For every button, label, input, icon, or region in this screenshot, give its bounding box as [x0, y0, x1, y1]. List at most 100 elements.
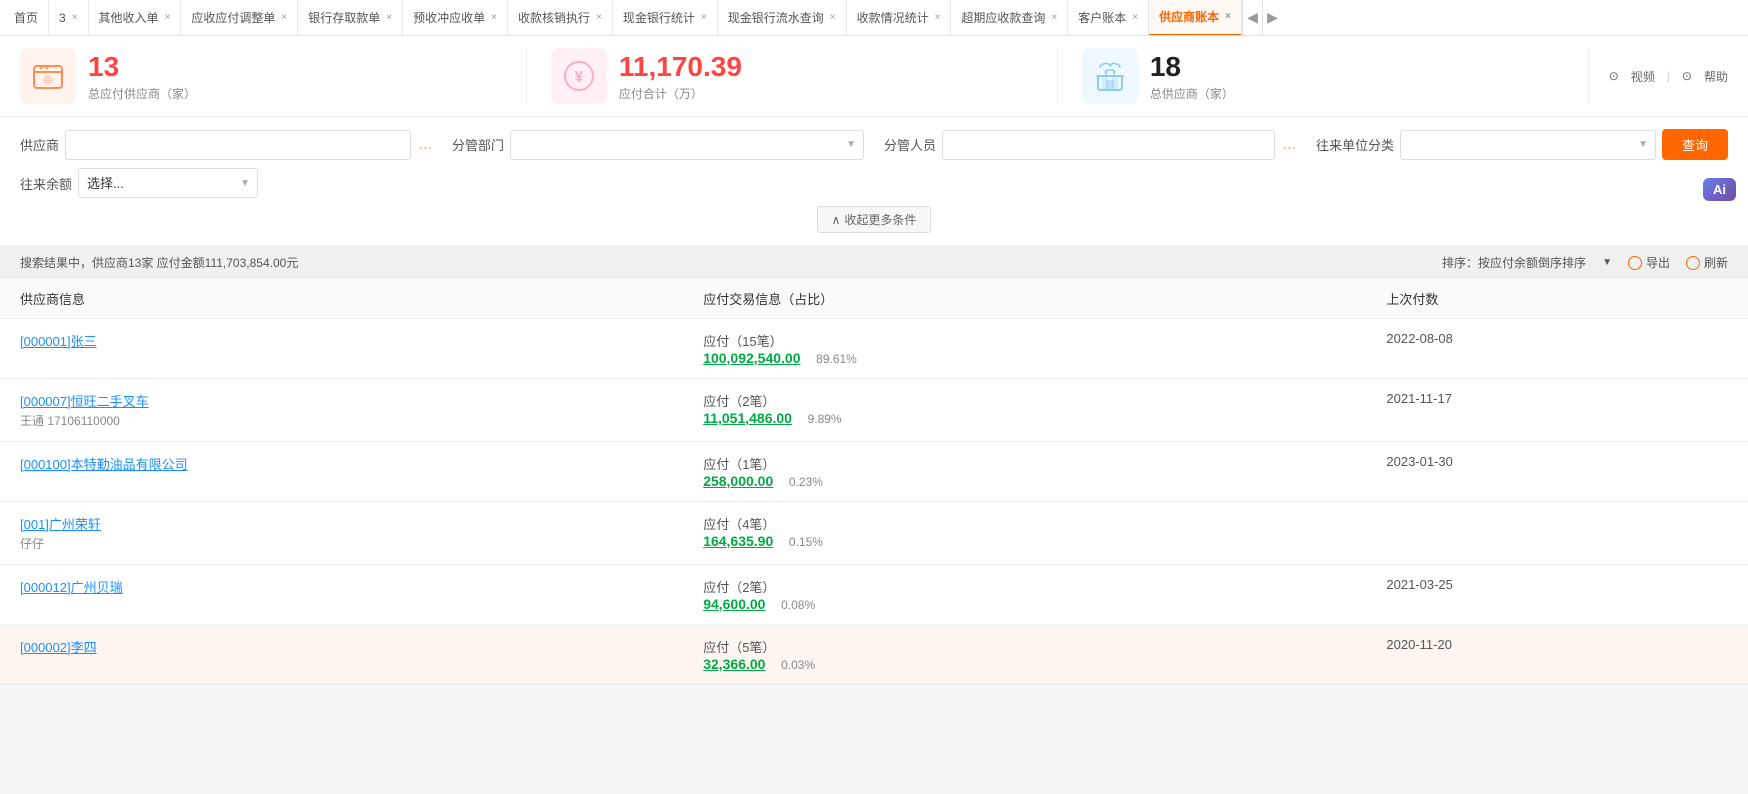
close-icon[interactable]: ×	[1132, 12, 1138, 23]
stat-block-total-suppliers: 18 总供应商（家）	[1058, 48, 1589, 104]
stat-num-total-suppliers: 18	[1150, 50, 1234, 84]
supplier-info-cell: [000007]恒旺二手叉车 王通 17106110000	[20, 391, 703, 429]
supplier-link[interactable]: [000007]恒旺二手叉车	[20, 391, 703, 410]
tx-amount[interactable]: 258,000.00	[703, 473, 773, 489]
nav-next-arrow[interactable]: ▶	[1262, 0, 1282, 36]
supplier-link[interactable]: [000100]本特勤油品有限公司	[20, 454, 703, 473]
close-icon[interactable]: ×	[72, 12, 78, 23]
supplier-table: 供应商信息 应付交易信息（占比） 上次付数 [000001]张三 应付（15笔）…	[0, 279, 1748, 685]
supplier-dots[interactable]: ...	[419, 136, 432, 154]
table-row: [000012]广州贝瑞 应付（2笔） 94,600.00 0.08% 2021…	[0, 565, 1748, 625]
collapse-button[interactable]: ∧ 收起更多条件	[817, 206, 932, 233]
close-icon[interactable]: ×	[1225, 11, 1231, 22]
refresh-button[interactable]: 刷新	[1686, 254, 1728, 271]
stat-text-payable-total: 11,170.39 应付合计（万）	[619, 50, 742, 103]
tx-amount[interactable]: 164,635.90	[703, 533, 773, 549]
tx-amount[interactable]: 11,051,486.00	[703, 410, 792, 426]
stat-text-payable-suppliers: 13 总应付供应商（家）	[88, 50, 196, 103]
tx-info-cell: 应付（1笔） 258,000.00 0.23%	[703, 454, 1386, 489]
sort-label[interactable]: 排序：按应付余额倒序排序	[1442, 254, 1586, 271]
supplier-label: 供应商	[20, 135, 59, 154]
stat-label-total-suppliers: 总供应商（家）	[1150, 85, 1234, 102]
supplier-link[interactable]: [000012]广州贝瑞	[20, 577, 703, 596]
close-icon[interactable]: ×	[830, 12, 836, 23]
last-pay-cell: 2023-01-30	[1386, 454, 1728, 469]
refresh-label: 刷新	[1704, 254, 1728, 271]
close-icon[interactable]: ×	[701, 12, 707, 23]
nav-tab-bank[interactable]: 银行存取款单 ×	[298, 0, 403, 36]
filter-row-1: 供应商 ... 分管部门 ▼ 分管人员 ... 往来单位分类	[20, 129, 1728, 160]
nav-tab-cash-stat[interactable]: 现金银行统计 ×	[613, 0, 718, 36]
video-link[interactable]: 视频	[1631, 68, 1655, 85]
nav-tab-overdue[interactable]: 超期应收款查询 ×	[951, 0, 1068, 36]
tx-info-cell: 应付（15笔） 100,092,540.00 89.61%	[703, 331, 1386, 366]
last-payment-date: 2020-11-20	[1386, 637, 1452, 652]
person-input[interactable]	[942, 130, 1275, 160]
nav-tab-home[interactable]: 首页	[4, 0, 49, 36]
tx-label: 应付（5笔）	[703, 637, 1386, 656]
stat-text-total-suppliers: 18 总供应商（家）	[1150, 50, 1234, 103]
last-payment-date: 2021-11-17	[1386, 391, 1452, 406]
results-actions: 排序：按应付余额倒序排序 ▼ 导出 刷新	[1442, 254, 1728, 271]
nav-tab-supplier-ledger[interactable]: 供应商账本 ×	[1149, 0, 1242, 36]
supplier-link[interactable]: [001]广州荣轩	[20, 514, 703, 533]
close-icon[interactable]: ×	[935, 12, 941, 23]
filter-supplier: 供应商 ...	[20, 130, 432, 160]
tx-info-cell: 应付（2笔） 94,600.00 0.08%	[703, 577, 1386, 612]
balance-select-wrap: 选择... ▼	[78, 168, 258, 198]
nav-tab-3[interactable]: 3 ×	[49, 0, 89, 36]
category-select[interactable]	[1400, 130, 1656, 160]
supplier-link[interactable]: [000001]张三	[20, 331, 703, 350]
last-payment-date: 2023-01-30	[1386, 454, 1453, 469]
balance-select[interactable]: 选择...	[78, 168, 258, 198]
table-row: [000007]恒旺二手叉车 王通 17106110000 应付（2笔） 11,…	[0, 379, 1748, 442]
ai-badge[interactable]: Ai	[1703, 178, 1736, 201]
filter-person: 分管人员 ...	[884, 130, 1296, 160]
close-icon[interactable]: ×	[386, 12, 392, 23]
video-icon: ⊙	[1609, 69, 1619, 83]
tx-pct: 9.89%	[808, 412, 842, 426]
nav-tab-receipt-stat[interactable]: 收款情况统计 ×	[847, 0, 952, 36]
export-button[interactable]: 导出	[1628, 254, 1670, 271]
filter-balance: 往来余额 选择... ▼	[20, 168, 874, 198]
stat-num-payable-suppliers: 13	[88, 50, 196, 84]
tx-amount[interactable]: 94,600.00	[703, 596, 765, 612]
tx-amount[interactable]: 100,092,540.00	[703, 350, 800, 366]
person-dots[interactable]: ...	[1283, 136, 1296, 154]
collapse-icon: ∧	[832, 213, 841, 227]
close-icon[interactable]: ×	[165, 12, 171, 23]
supplier-link[interactable]: [000002]李四	[20, 637, 703, 656]
close-icon[interactable]: ×	[491, 12, 497, 23]
supplier-info-cell: [000001]张三	[20, 331, 703, 350]
nav-tab-adjust[interactable]: 应收应付调整单 ×	[181, 0, 298, 36]
nav-tab-advance[interactable]: 预收冲应收单 ×	[403, 0, 508, 36]
stat-label-payable-suppliers: 总应付供应商（家）	[88, 85, 196, 102]
query-button[interactable]: 查询	[1662, 129, 1728, 160]
nav-tab-other-income[interactable]: 其他收入单 ×	[89, 0, 182, 36]
supplier-sub: 仔仔	[20, 535, 703, 552]
help-link[interactable]: 帮助	[1704, 68, 1728, 85]
results-summary: 搜索结果中，供应商13家 应付金额111,703,854.00元	[20, 254, 298, 271]
last-pay-cell: 2022-08-08	[1386, 331, 1728, 346]
tx-pct: 0.23%	[789, 475, 823, 489]
close-icon[interactable]: ×	[281, 12, 287, 23]
supplier-input[interactable]	[65, 130, 411, 160]
help-icon: ⊙	[1682, 69, 1692, 83]
tx-pct: 89.61%	[816, 352, 857, 366]
close-icon[interactable]: ×	[1051, 12, 1057, 23]
tx-amount[interactable]: 32,366.00	[703, 656, 765, 672]
nav-tab-customer-ledger[interactable]: 客户账本 ×	[1068, 0, 1149, 36]
dept-select[interactable]	[510, 130, 864, 160]
nav-tab-collection[interactable]: 收款核销执行 ×	[508, 0, 613, 36]
tx-label: 应付（4笔）	[703, 514, 1386, 533]
nav-tab-cash-flow[interactable]: 现金银行流水查询 ×	[718, 0, 847, 36]
sort-dropdown-arrow[interactable]: ▼	[1602, 257, 1612, 268]
supplier-sub: 王通 17106110000	[20, 412, 703, 429]
close-icon[interactable]: ×	[596, 12, 602, 23]
dept-label: 分管部门	[452, 135, 504, 154]
collapse-label: 收起更多条件	[844, 211, 916, 228]
nav-prev-arrow[interactable]: ◀	[1242, 0, 1262, 36]
results-bar: 搜索结果中，供应商13家 应付金额111,703,854.00元 排序：按应付余…	[0, 246, 1748, 279]
tx-label: 应付（2笔）	[703, 391, 1386, 410]
last-payment-date: 2021-03-25	[1386, 577, 1453, 592]
